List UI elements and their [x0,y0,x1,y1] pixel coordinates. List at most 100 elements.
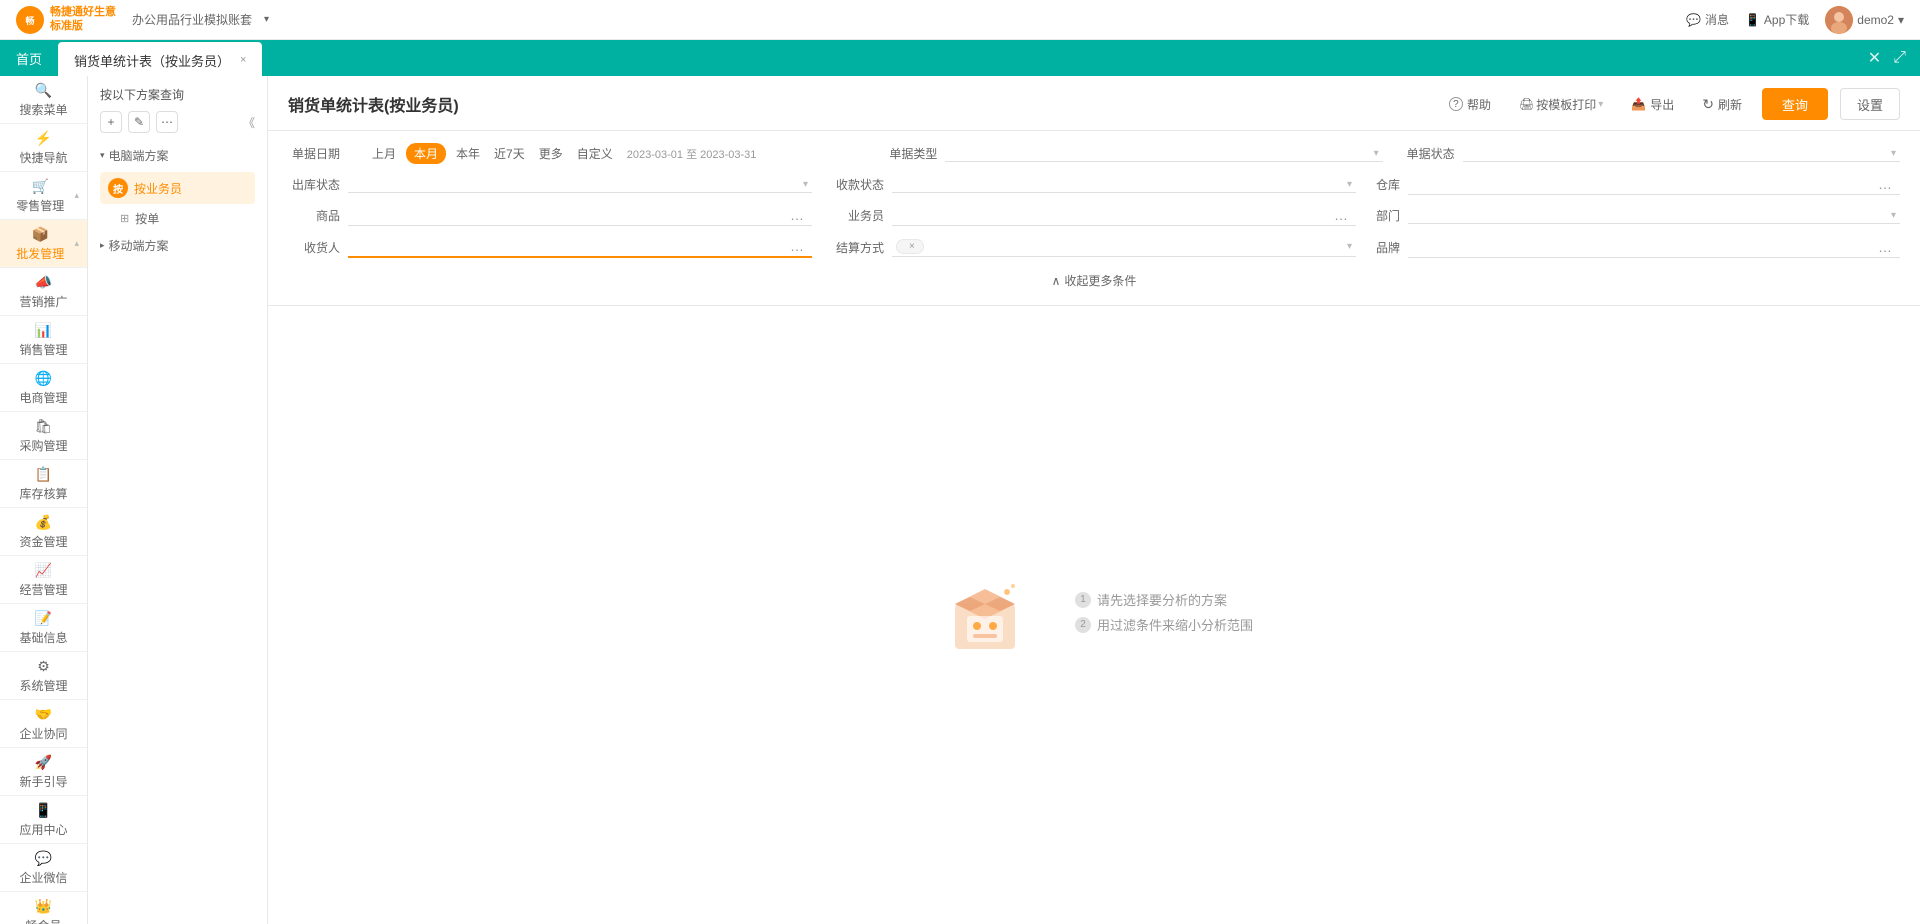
weixin-icon: 💬 [35,850,52,867]
sidebar-item-quicknav[interactable]: ⚡ 快捷导航 [0,124,87,172]
tab-sales-stats[interactable]: 销货单统计表（按业务员） × [58,42,262,78]
date-btn-custom[interactable]: 自定义 [573,143,617,164]
sidebar-item-retail[interactable]: 🛒 零售管理 ▴ [0,172,87,220]
sidebar: 🔍 搜索菜单 ⚡ 快捷导航 🛒 零售管理 ▴ 📦 批发管理 ▴ 📣 营销推广 [0,76,88,924]
salesperson-label: 业务员 [832,207,884,224]
page-title: 销货单统计表(按业务员) [288,92,459,116]
date-btn-this-month[interactable]: 本月 [406,143,446,164]
filter-area: 单据日期 上月 本月 本年 近7天 更多 自定义 2023-03-01 至 20… [268,131,1920,306]
empty-hints: 1 请先选择要分析的方案 2 用过滤条件来缩小分析范围 [1075,590,1253,640]
settlement-tag-close[interactable]: × [909,241,915,252]
warehouse-dots[interactable]: … [1874,176,1896,192]
more-schema-btn[interactable]: ⋯ [156,111,178,133]
schema-sub-item-order[interactable]: ⊞ 按单 [100,206,255,231]
logo-area[interactable]: 畅 畅捷通好生意 标准版 [16,6,116,34]
sidebar-item-operations-label: 经营管理 [19,581,67,598]
doc-status-chevron: ▾ [1891,148,1896,159]
refresh-btn[interactable]: ↻ 刷新 [1694,92,1750,117]
basic-icon: 📝 [35,610,52,627]
purchase-icon: 🛍 [35,418,53,435]
sidebar-item-appcenter[interactable]: 📱 应用中心 [0,796,87,844]
sidebar-item-basic[interactable]: 📝 基础信息 [0,604,87,652]
sidebar-item-wholesale[interactable]: 📦 批发管理 ▴ [0,220,87,268]
sidebar-item-finance[interactable]: 💰 资金管理 [0,508,87,556]
goods-label: 商品 [288,207,340,224]
mobile-group-header[interactable]: ▸ 移动端方案 [100,231,255,260]
sidebar-item-sales[interactable]: 📊 销售管理 [0,316,87,364]
breadcrumb-dropdown-icon[interactable]: ▾ [264,14,269,25]
doc-status-label: 单据状态 [1403,145,1455,162]
sidebar-item-purchase[interactable]: 🛍 采购管理 [0,412,87,460]
sidebar-item-newuser[interactable]: 🚀 新手引导 [0,748,87,796]
sidebar-item-wholesale-label: 批发管理 [16,245,64,262]
message-action[interactable]: 💬 消息 [1686,11,1729,28]
sidebar-item-search[interactable]: 🔍 搜索菜单 [0,76,87,124]
header-right: 💬 消息 📱 App下载 demo2 ▾ [1686,6,1904,34]
sidebar-item-operations[interactable]: 📈 经营管理 [0,556,87,604]
sidebar-item-marketing[interactable]: 📣 营销推广 [0,268,87,316]
breadcrumb: 办公用品行业模拟账套 [132,11,252,28]
wholesale-arrow-icon: ▴ [74,238,79,249]
app-download-label: App下载 [1764,11,1809,28]
tab-bar: 首页 销货单统计表（按业务员） × ✕ ⤢ [0,40,1920,76]
page-actions: ? 帮助 🖨 按模板打印 ▾ 📤 导出 ↻ 刷新 [1441,88,1900,120]
sidebar-item-enterprise[interactable]: 🤝 企业协同 [0,700,87,748]
empty-image [935,564,1035,667]
user-dropdown-icon: ▾ [1898,13,1904,27]
schema-item-salesperson[interactable]: 按 按业务员 [100,172,255,204]
collapse-btn[interactable]: ∧ 收起更多条件 [1052,272,1137,289]
app-download-action[interactable]: 📱 App下载 [1745,11,1809,28]
message-label: 消息 [1705,11,1729,28]
goods-dots[interactable]: … [786,207,808,223]
help-btn[interactable]: ? 帮助 [1441,92,1499,117]
salesperson-dots[interactable]: … [1330,207,1352,223]
sidebar-item-weixin[interactable]: 💬 企业微信 [0,844,87,892]
marketing-icon: 📣 [35,274,52,291]
pay-method-label: 结算方式 [832,239,884,256]
hint1-text: 请先选择要分析的方案 [1097,590,1227,609]
sidebar-item-finance-label: 资金管理 [19,533,67,550]
refresh-icon: ↻ [1702,96,1714,113]
schema-sub-item-order-label: 按单 [135,210,159,227]
collapse-icon: 《 [243,116,255,130]
tab-fullscreen-btn[interactable]: ⤢ [1891,47,1908,69]
date-btn-last7[interactable]: 近7天 [490,143,529,164]
tab-home[interactable]: 首页 [0,40,58,76]
sidebar-item-ecommerce-label: 电商管理 [19,389,67,406]
mobile-schema-group: ▸ 移动端方案 [88,231,267,260]
settings-btn[interactable]: 设置 [1840,88,1900,120]
date-btn-more[interactable]: 更多 [535,143,567,164]
step1-circle: 1 [1075,592,1091,608]
tab-close-all-btn[interactable]: ✕ [1866,46,1883,70]
template-print-btn[interactable]: 🖨 按模板打印 ▾ [1511,92,1611,117]
add-schema-btn[interactable]: + [100,111,122,133]
export-btn[interactable]: 📤 导出 [1623,92,1682,117]
search-icon: 🔍 [35,82,52,99]
settlement-tag: × [896,239,924,254]
query-btn[interactable]: 查询 [1762,88,1828,120]
sidebar-item-ecommerce[interactable]: 🌐 电商管理 [0,364,87,412]
appcenter-icon: 📱 [35,802,52,819]
user-area[interactable]: demo2 ▾ [1825,6,1904,34]
page-title-row: 销货单统计表(按业务员) ? 帮助 🖨 按模板打印 ▾ 📤 导出 [288,88,1900,130]
date-btn-this-year[interactable]: 本年 [452,143,484,164]
pay-method-chevron: ▾ [1347,241,1352,252]
date-btn-last-month[interactable]: 上月 [368,143,400,164]
sidebar-item-marketing-label: 营销推广 [19,293,67,310]
tab-close-icon[interactable]: × [240,54,246,66]
sidebar-item-system[interactable]: ⚙ 系统管理 [0,652,87,700]
edit-schema-btn[interactable]: ✎ [128,111,150,133]
consignee-dots[interactable]: … [786,238,808,254]
out-status-label: 出库状态 [288,176,340,193]
sidebar-item-enterprise-label: 企业协同 [19,725,67,742]
sidebar-item-member[interactable]: 👑 畅会员 [0,892,87,924]
brand-dots[interactable]: … [1874,239,1896,255]
group-arrow-icon: ▾ [100,150,105,161]
sidebar-item-system-label: 系统管理 [19,677,67,694]
page-header: 销货单统计表(按业务员) ? 帮助 🖨 按模板打印 ▾ 📤 导出 [268,76,1920,131]
tab-bar-actions: ✕ ⤢ [1866,46,1920,70]
desktop-schema-group: ▾ 电脑端方案 按 按业务员 ⊞ 按单 [88,141,267,231]
collapse-subsidebar-btn[interactable]: 《 [243,114,255,131]
desktop-group-header[interactable]: ▾ 电脑端方案 [100,141,255,170]
sidebar-item-inventory[interactable]: 📋 库存核算 [0,460,87,508]
